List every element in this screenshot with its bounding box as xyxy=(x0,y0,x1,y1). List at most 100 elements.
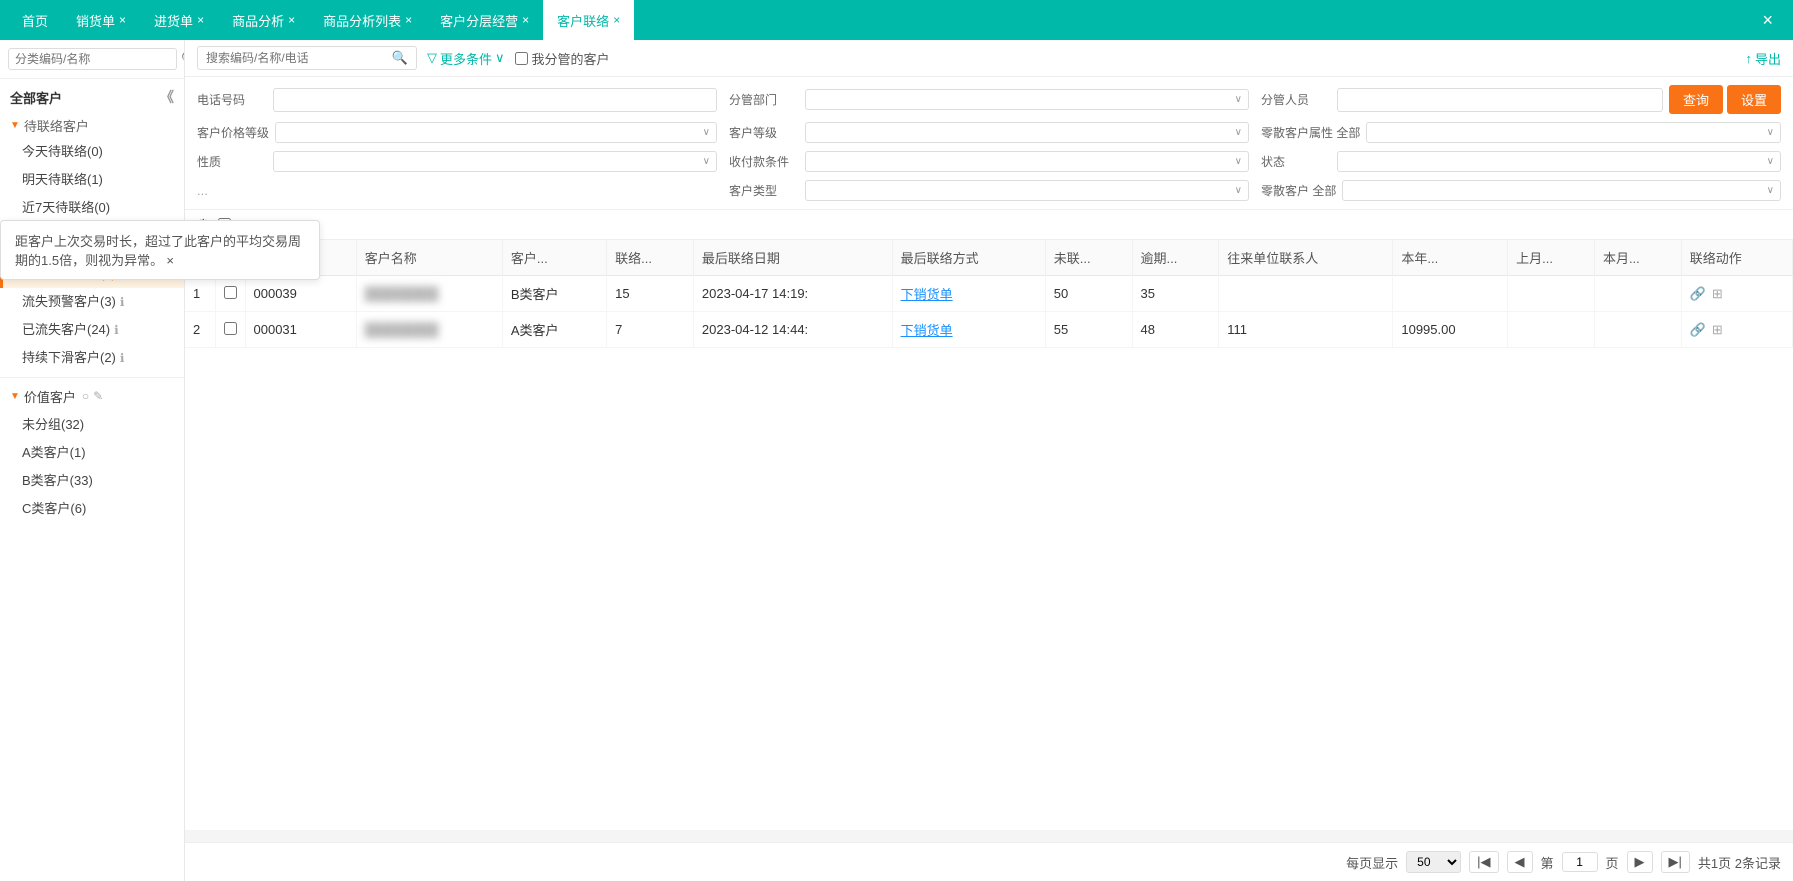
data-table: 客户编码 客户名称 客户... 联络... 最后联络日期 最后联络方式 未联..… xyxy=(185,240,1793,348)
sidebar-item-c-class[interactable]: C类客户(6) xyxy=(0,495,184,523)
row2-grid-icon[interactable]: ⊞ xyxy=(1712,322,1723,338)
row1-last-method[interactable]: 下销货单 xyxy=(892,276,1045,312)
nav-item-product-list[interactable]: 商品分析列表 × xyxy=(309,0,426,40)
dept-label: 分管部门 xyxy=(729,91,799,108)
sidebar-item-churn-warning[interactable]: 流失预警客户(3) ℹ xyxy=(0,288,184,316)
row2-contacts: 111 xyxy=(1219,312,1393,348)
nav-close-purchase[interactable]: × xyxy=(197,13,204,27)
nav-item-product-analysis[interactable]: 商品分析 × xyxy=(218,0,309,40)
pending-contact-label: 待联络客户 xyxy=(24,116,89,135)
nav-label-product-list: 商品分析列表 xyxy=(323,11,401,30)
person-label: 分管人员 xyxy=(1261,91,1331,108)
person-extra-icon: ... xyxy=(1690,89,1701,104)
per-page-select[interactable]: 50 100 200 xyxy=(1406,851,1461,873)
col-last-month: 上月... xyxy=(1508,240,1595,276)
sidebar-item-declining[interactable]: 持续下滑客户(2) ℹ xyxy=(0,344,184,372)
info-icon-churn-warning: ℹ xyxy=(120,294,125,311)
row1-code: 000039 xyxy=(245,276,356,312)
export-button[interactable]: ↑ 导出 xyxy=(1745,49,1781,68)
nav-close-product-list[interactable]: × xyxy=(405,13,412,27)
filter-bar: 🔍 ▽ 更多条件 ∨ 我分管的客户 ↑ 导出 xyxy=(185,40,1793,77)
last-page-button[interactable]: ▶| xyxy=(1661,851,1690,873)
nav-item-home[interactable]: 首页 xyxy=(8,0,62,40)
customer-type-label: 客户类型 xyxy=(729,182,799,199)
horizontal-scrollbar[interactable] xyxy=(185,830,1793,842)
row1-action: 🔗 ⊞ xyxy=(1681,276,1792,312)
settings-button[interactable]: 设置 xyxy=(1727,85,1781,114)
person-input[interactable] xyxy=(1337,88,1663,112)
row2-no: 2 xyxy=(185,312,215,348)
close-all-button[interactable]: × xyxy=(1750,10,1785,31)
sidebar-item-tomorrow[interactable]: 明天待联络(1) xyxy=(0,166,184,194)
nav-close-customer-layer[interactable]: × xyxy=(522,13,529,27)
table-scroll-container[interactable]: 客户编码 客户名称 客户... 联络... 最后联络日期 最后联络方式 未联..… xyxy=(185,240,1793,830)
retail-attr-select[interactable]: ∨ xyxy=(1366,122,1781,143)
more-dots[interactable]: ... xyxy=(197,183,208,198)
nav-label-purchase: 进货单 xyxy=(154,11,193,30)
nav-close-customer-contact[interactable]: × xyxy=(613,13,620,27)
nature-select[interactable]: ∨ xyxy=(273,151,717,172)
phone-input[interactable] xyxy=(273,88,717,112)
customer-type-select[interactable]: ∨ xyxy=(805,180,1249,201)
row1-type: B类客户 xyxy=(502,276,606,312)
row1-link-icon[interactable]: 🔗 xyxy=(1690,286,1706,302)
row2-no-contact: 55 xyxy=(1045,312,1132,348)
row2-overdue: 48 xyxy=(1132,312,1219,348)
value-group-edit-icon[interactable]: ✎ xyxy=(93,389,103,403)
sidebar-collapse-btn[interactable]: 《 xyxy=(160,87,174,107)
page-label: 第 xyxy=(1541,853,1554,872)
retail-customer-select[interactable]: ∨ xyxy=(1342,180,1781,201)
price-level-select[interactable]: ∨ xyxy=(275,122,717,143)
sidebar-item-b-class[interactable]: B类客户(33) xyxy=(0,467,184,495)
current-page-input[interactable] xyxy=(1562,852,1598,872)
more-conditions-btn[interactable]: ▽ 更多条件 ∨ xyxy=(427,49,505,68)
filter-row-person: 分管人员 ... 查询 设置 xyxy=(1261,85,1781,114)
nav-item-purchase[interactable]: 进货单 × xyxy=(140,0,218,40)
search-submit-icon[interactable]: 🔍 xyxy=(392,50,408,66)
customer-level-select[interactable]: ∨ xyxy=(805,122,1249,143)
nav-close-product-analysis[interactable]: × xyxy=(288,13,295,27)
row1-contact-count: 15 xyxy=(607,276,694,312)
retail-customer-label: 零散客户 全部 xyxy=(1261,182,1336,199)
sidebar-item-7days[interactable]: 近7天待联络(0) xyxy=(0,194,184,222)
my-customer-checkbox[interactable] xyxy=(515,52,528,65)
total-label: 共1页 2条记录 xyxy=(1698,853,1781,872)
col-contact-count: 联络... xyxy=(607,240,694,276)
pending-contact-group[interactable]: ▼ 待联络客户 xyxy=(0,111,184,138)
value-customer-group-header[interactable]: ▼ 价值客户 ○ ✎ xyxy=(0,382,184,411)
nav-close-sales[interactable]: × xyxy=(119,13,126,27)
sidebar-search-input[interactable] xyxy=(8,48,177,70)
nav-item-customer-layer[interactable]: 客户分层经营 × xyxy=(426,0,543,40)
row2-action-icons: 🔗 ⊞ xyxy=(1690,322,1784,338)
next-page-button[interactable]: ▶ xyxy=(1627,851,1653,873)
sidebar-item-unclassified[interactable]: 未分组(32) xyxy=(0,411,184,439)
filter-row-price-level: 客户价格等级 ∨ xyxy=(197,122,717,143)
sidebar-item-today[interactable]: 今天待联络(0) xyxy=(0,138,184,166)
status-select[interactable]: ∨ xyxy=(1337,151,1781,172)
payment-select[interactable]: ∨ xyxy=(805,151,1249,172)
nav-item-customer-contact[interactable]: 客户联络 × xyxy=(543,0,634,40)
row2-last-method[interactable]: 下销货单 xyxy=(892,312,1045,348)
sidebar-item-a-class[interactable]: A类客户(1) xyxy=(0,439,184,467)
all-customers-label: 全部客户 xyxy=(10,88,62,107)
nature-chevron-icon: ∨ xyxy=(703,156,710,167)
row2-link-icon[interactable]: 🔗 xyxy=(1690,322,1706,338)
row2-checkbox[interactable] xyxy=(215,312,245,348)
per-page-label: 每页显示 xyxy=(1346,853,1398,872)
search-input[interactable] xyxy=(206,51,392,65)
row1-checkbox[interactable] xyxy=(215,276,245,312)
row1-grid-icon[interactable]: ⊞ xyxy=(1712,286,1723,302)
dept-select[interactable]: ∨ xyxy=(805,89,1249,110)
content-area: 🔍 ▽ 更多条件 ∨ 我分管的客户 ↑ 导出 电话号码 xyxy=(185,40,1793,881)
status-label: 状态 xyxy=(1261,153,1331,170)
prev-page-button[interactable]: ◀ xyxy=(1507,851,1533,873)
table-footer: 每页显示 50 100 200 |◀ ◀ 第 页 ▶ ▶| 共1页 2条记录 xyxy=(185,842,1793,881)
filter-row-retail-customer: 零散客户 全部 ∨ xyxy=(1261,180,1781,201)
page-suffix: 页 xyxy=(1606,853,1619,872)
first-page-button[interactable]: |◀ xyxy=(1469,851,1498,873)
row1-overdue: 35 xyxy=(1132,276,1219,312)
sidebar-item-churned[interactable]: 已流失客户(24) ℹ xyxy=(0,316,184,344)
tooltip-text: 距客户上次交易时长，超过了此客户的平均交易周期的1.5倍，则视为异常。 xyxy=(185,234,301,268)
nav-item-sales[interactable]: 销货单 × xyxy=(62,0,140,40)
customer-level-label: 客户等级 xyxy=(729,124,799,141)
